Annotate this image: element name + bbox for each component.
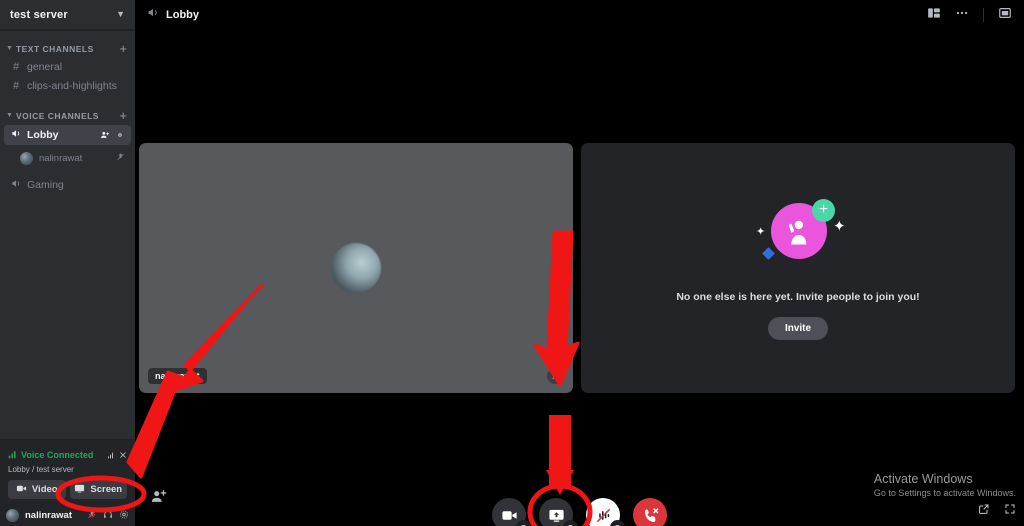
popout-icon[interactable] bbox=[998, 6, 1012, 25]
discord-voice-call-window: test server ▼ ▼ TEXT CHANNELS + # genera… bbox=[0, 0, 1024, 526]
participant-name-tag: nalinrawat bbox=[148, 368, 207, 384]
user-panel: nalinrawat bbox=[0, 505, 135, 526]
hash-icon: # bbox=[10, 80, 22, 92]
speaker-icon bbox=[10, 128, 22, 142]
windows-activation-watermark: Activate Windows Go to Settings to activ… bbox=[874, 472, 1016, 498]
external-link-icon[interactable] bbox=[978, 502, 990, 520]
main-content: Lobby nalinrawat bbox=[135, 0, 1024, 526]
sparkle-icon: ✦ bbox=[833, 217, 846, 235]
square-accent-icon bbox=[762, 247, 775, 260]
chevron-down-icon[interactable]: ▼ bbox=[116, 10, 125, 19]
screen-button[interactable]: Screen bbox=[70, 480, 128, 499]
sparkle-icon: ✦ bbox=[756, 225, 765, 238]
empty-participant-tile: + ✦ ✦ No one else is here yet. Invite pe… bbox=[581, 143, 1015, 393]
speaker-icon bbox=[147, 6, 160, 24]
voice-connected-panel: Voice Connected Lobby / test server bbox=[0, 439, 135, 505]
expand-icon[interactable] bbox=[1004, 502, 1016, 520]
avatar bbox=[20, 152, 33, 165]
video-label: Video bbox=[32, 484, 58, 495]
voice-location: Lobby / test server bbox=[8, 465, 127, 474]
server-name: test server bbox=[10, 9, 68, 21]
disconnect-icon[interactable] bbox=[119, 446, 127, 464]
page-title: Lobby bbox=[166, 9, 199, 21]
speaker-icon bbox=[10, 178, 22, 192]
category-label: VOICE CHANNELS bbox=[16, 111, 99, 121]
participant-avatar bbox=[331, 243, 381, 293]
list-item[interactable]: nalinrawat bbox=[14, 147, 131, 169]
channel-list: ▼ TEXT CHANNELS + # general # clips-and-… bbox=[0, 30, 135, 439]
call-stage: nalinrawat bbox=[135, 30, 1024, 526]
divider bbox=[983, 8, 984, 22]
channel-label: Gaming bbox=[27, 179, 64, 191]
sidebar-item-clips-and-highlights[interactable]: # clips-and-highlights bbox=[4, 77, 131, 95]
screen-share-options-chevron-down-icon[interactable]: ▼ bbox=[563, 520, 578, 526]
add-person-icon[interactable] bbox=[150, 488, 167, 510]
hash-icon: # bbox=[10, 61, 22, 73]
top-bar: Lobby bbox=[135, 0, 1024, 30]
mic-muted-icon bbox=[547, 368, 563, 384]
caret-down-icon: ▼ bbox=[6, 45, 13, 52]
sidebar-item-lobby[interactable]: Lobby bbox=[4, 125, 131, 145]
voice-status: Voice Connected bbox=[21, 450, 93, 460]
category-label: TEXT CHANNELS bbox=[16, 44, 94, 54]
channel-label: clips-and-highlights bbox=[27, 80, 117, 92]
call-controls: ▼ ▼ ▼ bbox=[135, 498, 1024, 526]
more-options-icon[interactable] bbox=[955, 6, 969, 25]
caret-down-icon: ▼ bbox=[6, 112, 13, 119]
invite-button[interactable]: Invite bbox=[768, 317, 828, 340]
invite-person-icon[interactable] bbox=[100, 130, 110, 140]
camera-button[interactable]: ▼ bbox=[492, 498, 526, 526]
screen-share-button[interactable]: ▼ bbox=[539, 498, 573, 526]
ping-icon[interactable] bbox=[107, 446, 115, 464]
category-voice-channels[interactable]: ▼ VOICE CHANNELS + bbox=[0, 105, 135, 124]
signal-icon bbox=[8, 446, 17, 464]
channel-label: general bbox=[27, 61, 62, 73]
sidebar-item-gaming[interactable]: Gaming bbox=[4, 175, 131, 195]
watermark-subtitle: Go to Settings to activate Windows. bbox=[874, 488, 1016, 498]
empty-state-message: No one else is here yet. Invite people t… bbox=[676, 291, 919, 303]
sidebar-item-general[interactable]: # general bbox=[4, 58, 131, 76]
noise-suppression-button[interactable]: ▼ bbox=[586, 498, 620, 526]
gear-icon[interactable] bbox=[119, 507, 129, 525]
person-wave-icon bbox=[788, 219, 808, 245]
channel-sidebar: test server ▼ ▼ TEXT CHANNELS + # genera… bbox=[0, 0, 135, 526]
screen-share-icon bbox=[74, 483, 85, 497]
member-name: nalinrawat bbox=[39, 153, 82, 164]
camera-icon bbox=[16, 483, 27, 497]
watermark-title: Activate Windows bbox=[874, 472, 1016, 486]
screen-label: Screen bbox=[90, 484, 122, 495]
plus-icon[interactable]: + bbox=[119, 42, 127, 55]
avatar[interactable] bbox=[6, 509, 19, 522]
participant-tiles: nalinrawat bbox=[139, 143, 1015, 393]
mic-muted-icon[interactable] bbox=[87, 507, 97, 525]
mic-muted-icon bbox=[116, 149, 125, 167]
gear-icon[interactable] bbox=[115, 130, 125, 140]
video-button[interactable]: Video bbox=[8, 480, 66, 499]
participant-tile-self[interactable]: nalinrawat bbox=[139, 143, 573, 393]
plus-icon[interactable]: + bbox=[119, 109, 127, 122]
server-header[interactable]: test server ▼ bbox=[0, 0, 135, 30]
headphones-icon[interactable] bbox=[103, 507, 113, 525]
plus-badge-icon: + bbox=[812, 199, 835, 222]
category-text-channels[interactable]: ▼ TEXT CHANNELS + bbox=[0, 38, 135, 57]
disconnect-button[interactable] bbox=[633, 498, 667, 526]
user-name: nalinrawat bbox=[25, 510, 72, 521]
invite-illustration: + ✦ ✦ bbox=[738, 197, 858, 279]
channel-label: Lobby bbox=[27, 129, 59, 141]
grid-layout-icon[interactable] bbox=[927, 6, 941, 25]
noise-suppression-options-chevron-down-icon[interactable]: ▼ bbox=[610, 520, 625, 526]
camera-options-chevron-down-icon[interactable]: ▼ bbox=[516, 520, 531, 526]
